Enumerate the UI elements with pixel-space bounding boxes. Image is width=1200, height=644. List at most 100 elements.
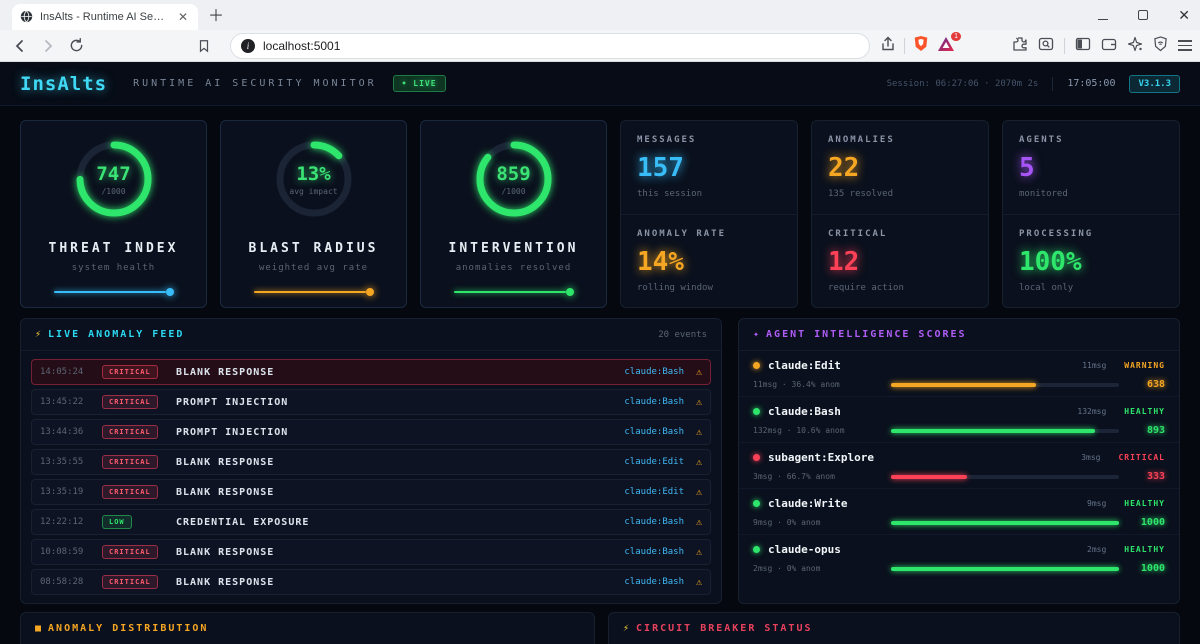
gauge-subtitle: weighted avg rate xyxy=(259,263,368,273)
warning-icon: ⚠ xyxy=(684,577,702,588)
wallet-icon[interactable] xyxy=(1101,36,1117,56)
anomaly-row[interactable]: 12:22:12 LOW CREDENTIAL EXPOSURE claude:… xyxy=(31,509,711,535)
stat-value: 5 xyxy=(1019,153,1163,183)
anomaly-agent-link[interactable]: claude:Edit xyxy=(624,457,684,467)
slider-handle[interactable] xyxy=(566,288,574,296)
agent-score-value: 1000 xyxy=(1129,563,1165,574)
anomaly-agent-link[interactable]: claude:Bash xyxy=(624,577,684,587)
anomaly-agent-link[interactable]: claude:Bash xyxy=(624,397,684,407)
anomaly-time: 13:44:36 xyxy=(40,427,102,437)
close-window-button[interactable]: ✕ xyxy=(1178,7,1190,24)
anomaly-row[interactable]: 10:08:59 CRITICAL BLANK RESPONSE claude:… xyxy=(31,539,711,565)
severity-badge: CRITICAL xyxy=(102,575,158,589)
agent-score-list: claude:Edit 11msg WARNING 11msg · 36.4% … xyxy=(739,351,1179,580)
gauge-card: 13% avg impact BLAST RADIUS weighted avg… xyxy=(220,120,407,308)
gauge-slider[interactable] xyxy=(254,288,374,296)
circuit-breaker-panel: ⚡ CIRCUIT BREAKER STATUS xyxy=(608,612,1180,644)
warning-icon: ⚠ xyxy=(684,487,702,498)
agent-meta: 9msg · 0% anom xyxy=(753,518,881,527)
agent-score-row[interactable]: subagent:Explore 3msg CRITICAL 3msg · 66… xyxy=(739,442,1179,488)
anomaly-row[interactable]: 08:58:28 CRITICAL BLANK RESPONSE claude:… xyxy=(31,569,711,595)
live-badge: • LIVE xyxy=(393,75,446,92)
agent-status-dot xyxy=(753,408,760,415)
share-icon[interactable] xyxy=(880,36,896,56)
agent-meta: 132msg · 10.6% anom xyxy=(753,426,881,435)
warning-icon: ⚠ xyxy=(684,427,702,438)
search-tabs-icon[interactable] xyxy=(1038,36,1054,56)
agent-score-row[interactable]: claude-opus 2msg HEALTHY 2msg · 0% anom … xyxy=(739,534,1179,580)
agent-name: subagent:Explore xyxy=(768,451,874,464)
anomaly-time: 14:05:24 xyxy=(40,367,102,377)
anomaly-row[interactable]: 14:05:24 CRITICAL BLANK RESPONSE claude:… xyxy=(31,359,711,385)
agent-status-label: HEALTHY xyxy=(1124,407,1165,416)
gauge-ring: 747 /1000 xyxy=(68,133,160,225)
reload-button[interactable] xyxy=(64,34,88,58)
browser-tab[interactable]: InsAlts - Runtime AI Security Mo ✕ xyxy=(12,4,198,30)
brave-shield-icon[interactable] xyxy=(913,35,929,56)
tab-title: InsAlts - Runtime AI Security Mo xyxy=(40,11,169,23)
anomaly-agent-link[interactable]: claude:Edit xyxy=(624,487,684,497)
site-info-icon[interactable]: i xyxy=(241,39,255,53)
agent-score-value: 893 xyxy=(1129,425,1165,436)
agent-status-label: HEALTHY xyxy=(1124,499,1165,508)
anomaly-row[interactable]: 13:35:55 CRITICAL BLANK RESPONSE claude:… xyxy=(31,449,711,475)
agent-score-row[interactable]: claude:Write 9msg HEALTHY 9msg · 0% anom… xyxy=(739,488,1179,534)
anomaly-row[interactable]: 13:35:19 CRITICAL BLANK RESPONSE claude:… xyxy=(31,479,711,505)
slider-handle[interactable] xyxy=(166,288,174,296)
bookmark-icon[interactable] xyxy=(192,34,216,58)
browser-toolbar: i localhost:5001 1 xyxy=(0,30,1200,62)
anomaly-type: BLANK RESPONSE xyxy=(176,457,624,468)
agent-score-bar xyxy=(891,521,1119,525)
leo-sparkle-icon[interactable] xyxy=(1127,36,1143,56)
anomaly-row[interactable]: 13:45:22 CRITICAL PROMPT INJECTION claud… xyxy=(31,389,711,415)
stat-label: AGENTS xyxy=(1019,135,1163,145)
anomaly-agent-link[interactable]: claude:Bash xyxy=(624,517,684,527)
agent-score-row[interactable]: claude:Bash 132msg HEALTHY 132msg · 10.6… xyxy=(739,396,1179,442)
gauge-value: 747 xyxy=(96,163,130,185)
agent-status-label: CRITICAL xyxy=(1118,453,1165,462)
gauge-subtitle: system health xyxy=(72,263,155,273)
gauge-slider[interactable] xyxy=(54,288,174,296)
severity-badge: CRITICAL xyxy=(102,365,158,379)
agent-score-value: 1000 xyxy=(1129,517,1165,528)
extensions-puzzle-icon[interactable] xyxy=(1012,36,1028,56)
agent-msg-count: 2msg xyxy=(1087,545,1106,554)
agent-name: claude:Edit xyxy=(768,359,841,372)
anomaly-agent-link[interactable]: claude:Bash xyxy=(624,547,684,557)
sidebar-icon[interactable] xyxy=(1075,36,1091,56)
maximize-button[interactable] xyxy=(1138,8,1148,23)
slider-handle[interactable] xyxy=(366,288,374,296)
vpn-shield-icon[interactable] xyxy=(1153,36,1168,56)
url-bar[interactable]: i localhost:5001 xyxy=(230,33,870,59)
gauge-slider[interactable] xyxy=(454,288,574,296)
clock: 17:05:00 xyxy=(1067,78,1115,89)
browser-chrome: InsAlts - Runtime AI Security Mo ✕ ＋ ✕ i… xyxy=(0,0,1200,62)
agent-score-fill xyxy=(891,567,1119,571)
minimize-button[interactable] xyxy=(1098,8,1108,23)
agent-status-dot xyxy=(753,546,760,553)
tab-close-icon[interactable]: ✕ xyxy=(176,10,190,24)
agent-name: claude:Write xyxy=(768,497,847,510)
stat-top: ANOMALIES 22 135 resolved xyxy=(812,121,988,214)
agent-score-row[interactable]: claude:Edit 11msg WARNING 11msg · 36.4% … xyxy=(739,351,1179,396)
anomaly-agent-link[interactable]: claude:Bash xyxy=(624,367,684,377)
version-badge[interactable]: V3.1.3 xyxy=(1129,75,1180,93)
severity-badge: CRITICAL xyxy=(102,545,158,559)
agent-score-value: 638 xyxy=(1129,379,1165,390)
agent-score-fill xyxy=(891,475,967,479)
stat-card: MESSAGES 157 this session ANOMALY RATE 1… xyxy=(620,120,798,308)
anomaly-row[interactable]: 13:44:36 CRITICAL PROMPT INJECTION claud… xyxy=(31,419,711,445)
anomaly-agent-link[interactable]: claude:Bash xyxy=(624,427,684,437)
back-button[interactable] xyxy=(8,34,32,58)
gauge-card: 747 /1000 THREAT INDEX system health xyxy=(20,120,207,308)
agent-score-bar xyxy=(891,475,1119,479)
new-tab-button[interactable]: ＋ xyxy=(208,2,224,26)
menu-icon[interactable] xyxy=(1178,40,1192,51)
stat-value: 12 xyxy=(828,247,972,277)
rewards-triangle-icon[interactable]: 1 xyxy=(937,36,955,56)
forward-button[interactable] xyxy=(36,34,60,58)
app-header: InsAlts RUNTIME AI SECURITY MONITOR • LI… xyxy=(0,62,1200,106)
gauge-title: THREAT INDEX xyxy=(49,241,179,256)
url-text: localhost:5001 xyxy=(263,39,340,53)
stat-card: AGENTS 5 monitored PROCESSING 100% local… xyxy=(1002,120,1180,308)
